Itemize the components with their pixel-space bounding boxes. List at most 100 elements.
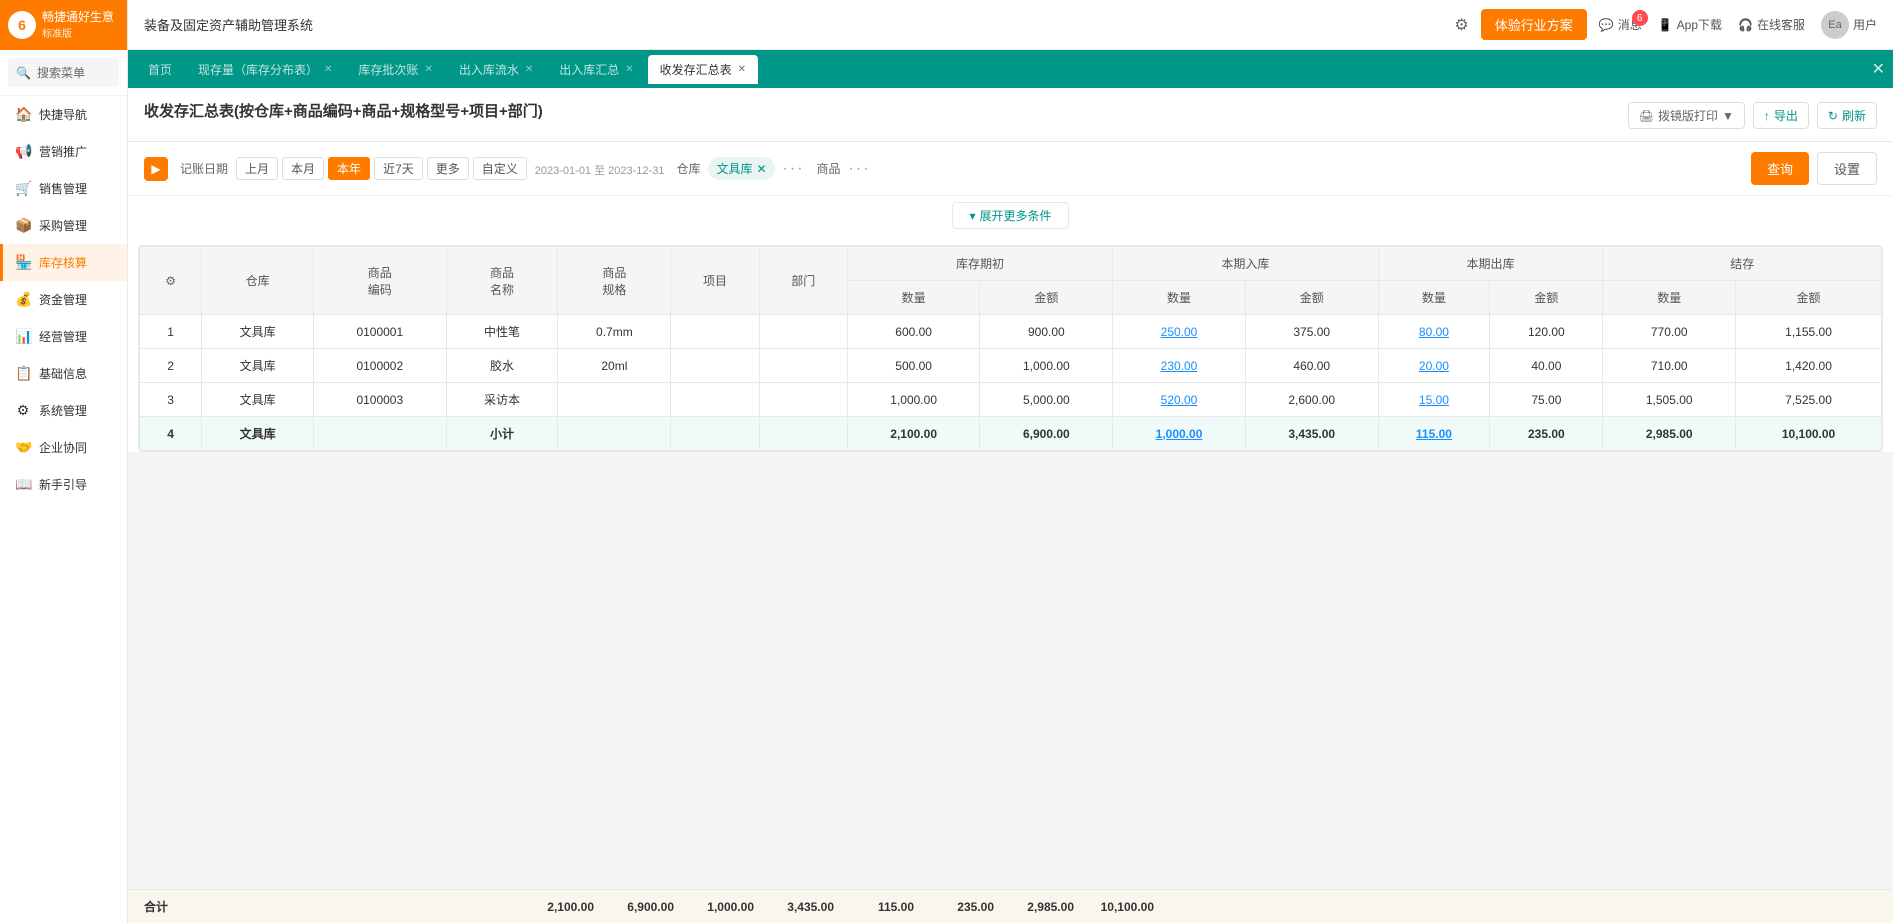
close-all-tabs-button[interactable]: ✕ (1872, 59, 1885, 79)
sidebar-item-operations[interactable]: 📊 经营管理 (0, 318, 127, 355)
refresh-icon: ↻ (1828, 109, 1838, 123)
in-qty-link[interactable]: 230.00 (1161, 359, 1198, 373)
message-icon: 💬 (1599, 18, 1614, 32)
user-avatar: Ea (1821, 11, 1849, 39)
subtotal-close-qty: 2,985.00 (1603, 417, 1736, 451)
row-out-qty: 20.00 (1378, 349, 1490, 383)
th-name: 商品名称 (446, 247, 558, 315)
box-icon: 📦 (15, 217, 31, 234)
tab-inout-flow[interactable]: 出入库流水 ✕ (447, 55, 545, 84)
subtotal-out-amt: 235.00 (1490, 417, 1603, 451)
message-button[interactable]: 💬 消息 6 (1599, 16, 1642, 33)
row-no: 3 (140, 383, 202, 417)
user-button[interactable]: Ea 用户 (1821, 11, 1877, 39)
expand-more-button[interactable]: ▾ 展开更多条件 (952, 202, 1068, 229)
trial-button[interactable]: 体验行业方案 (1481, 9, 1587, 40)
settings-button[interactable]: 设置 (1817, 152, 1877, 185)
tab-close-icon[interactable]: ✕ (625, 64, 633, 75)
sidebar-item-sales[interactable]: 🛒 销售管理 (0, 170, 127, 207)
dropdown-icon: ▼ (1722, 109, 1734, 123)
total-close-amt: 10,100.00 (1084, 900, 1164, 914)
book-icon: 📖 (15, 476, 31, 493)
in-qty-link[interactable]: 520.00 (1161, 393, 1198, 407)
app-download-button[interactable]: 📱 App下载 (1658, 16, 1722, 33)
th-spec: 商品规格 (558, 247, 671, 315)
subtotal-name: 小计 (446, 417, 558, 451)
sidebar-item-finance[interactable]: 💰 资金管理 (0, 281, 127, 318)
refresh-button[interactable]: ↻ 刷新 (1817, 102, 1877, 129)
date-btn-custom[interactable]: 自定义 (473, 157, 527, 180)
th-close-amt: 金额 (1736, 281, 1882, 315)
warehouse-tag-close[interactable]: ✕ (756, 162, 766, 176)
sidebar-item-inventory[interactable]: 🏪 库存核算 (0, 244, 127, 281)
date-btn-7days[interactable]: 近7天 (374, 157, 423, 180)
row-spec: 20ml (558, 349, 671, 383)
date-btn-last-month[interactable]: 上月 (236, 157, 278, 180)
tab-close-icon[interactable]: ✕ (738, 64, 746, 75)
filter-toggle-button[interactable]: ▶ (144, 157, 168, 181)
main-area: 装备及固定资产辅助管理系统 ⚙ 体验行业方案 💬 消息 6 📱 App下载 🎧 … (128, 0, 1893, 923)
total-out-amt: 235.00 (924, 900, 1004, 914)
topbar: 装备及固定资产辅助管理系统 ⚙ 体验行业方案 💬 消息 6 📱 App下载 🎧 … (128, 0, 1893, 50)
sidebar-item-quicknav[interactable]: 🏠 快捷导航 (0, 96, 127, 133)
tab-receipt-summary[interactable]: 收发存汇总表 ✕ (648, 55, 758, 84)
row-out-qty: 15.00 (1378, 383, 1490, 417)
date-btn-this-year[interactable]: 本年 (328, 157, 370, 180)
search-menu-button[interactable]: 🔍 搜索菜单 (8, 58, 119, 87)
date-btn-this-month[interactable]: 本月 (282, 157, 324, 180)
tab-close-icon[interactable]: ✕ (324, 64, 332, 75)
row-dept (759, 383, 847, 417)
warehouse-more-dots[interactable]: ··· (783, 160, 805, 178)
th-project: 项目 (671, 247, 759, 315)
date-btn-more[interactable]: 更多 (427, 157, 469, 180)
tab-inventory-dist[interactable]: 现存量（库存分布表） ✕ (186, 55, 344, 84)
row-opening-qty: 1,000.00 (847, 383, 980, 417)
expand-icon: ▾ (969, 209, 975, 223)
sidebar-item-baseinfo[interactable]: 📋 基础信息 (0, 355, 127, 392)
out-qty-link[interactable]: 20.00 (1419, 359, 1449, 373)
tab-close-icon[interactable]: ✕ (525, 64, 533, 75)
row-name: 中性笔 (446, 315, 558, 349)
tab-close-icon[interactable]: ✕ (424, 64, 432, 75)
sidebar-item-collab[interactable]: 🤝 企业协同 (0, 429, 127, 466)
out-qty-link[interactable]: 80.00 (1419, 325, 1449, 339)
goods-filter-label: 商品 (817, 160, 841, 177)
online-support-button[interactable]: 🎧 在线客服 (1738, 16, 1805, 33)
tab-home[interactable]: 首页 (136, 55, 184, 84)
row-code: 0100002 (313, 349, 446, 383)
in-qty-link[interactable]: 250.00 (1161, 325, 1198, 339)
th-settings[interactable]: ⚙ (140, 247, 202, 315)
sidebar-item-system[interactable]: ⚙ 系统管理 (0, 392, 127, 429)
subtotal-in-qty-link[interactable]: 1,000.00 (1156, 427, 1203, 441)
out-qty-link[interactable]: 15.00 (1419, 393, 1449, 407)
total-opening-qty: 2,100.00 (524, 900, 604, 914)
row-out-qty: 80.00 (1378, 315, 1490, 349)
mobile-icon: 📱 (1658, 18, 1673, 32)
filter-bar: ▶ 记账日期 上月 本月 本年 近7天 更多 自定义 2023-01-01 至 … (128, 142, 1893, 196)
home-icon: 🏠 (15, 106, 31, 123)
query-button[interactable]: 查询 (1751, 152, 1809, 185)
total-values: 2,100.00 6,900.00 1,000.00 3,435.00 115.… (344, 900, 1164, 914)
handshake-icon: 🤝 (15, 439, 31, 456)
table-row: 3 文具库 0100003 采访本 1,000.00 5,000.00 520.… (140, 383, 1882, 417)
tab-batch-ledger[interactable]: 库存批次账 ✕ (346, 55, 444, 84)
row-out-amt: 40.00 (1490, 349, 1603, 383)
tab-inout-summary[interactable]: 出入库汇总 ✕ (547, 55, 645, 84)
export-button[interactable]: ↑ 导出 (1753, 102, 1809, 129)
row-spec: 0.7mm (558, 315, 671, 349)
settings-icon: ⚙ (15, 402, 31, 419)
printer-icon: 🖨 (1639, 109, 1654, 123)
goods-more-dots[interactable]: ··· (849, 160, 871, 178)
print-button[interactable]: 🖨 拨镜版打印 ▼ (1628, 102, 1745, 129)
sidebar-search-area: 🔍 搜索菜单 (0, 50, 127, 96)
th-in-amt: 金额 (1245, 281, 1378, 315)
logo-text: 畅捷通好生意 标准版 (42, 10, 114, 41)
sidebar-item-guide[interactable]: 📖 新手引导 (0, 466, 127, 503)
sidebar-item-marketing[interactable]: 📢 营销推广 (0, 133, 127, 170)
subtotal-out-qty-link[interactable]: 115.00 (1416, 427, 1452, 441)
sidebar-item-purchase[interactable]: 📦 采购管理 (0, 207, 127, 244)
goods-filter-group: 商品 ··· (817, 160, 871, 178)
subtotal-opening-qty: 2,100.00 (847, 417, 980, 451)
row-project (671, 383, 759, 417)
topbar-settings-icon[interactable]: ⚙ (1454, 15, 1468, 35)
